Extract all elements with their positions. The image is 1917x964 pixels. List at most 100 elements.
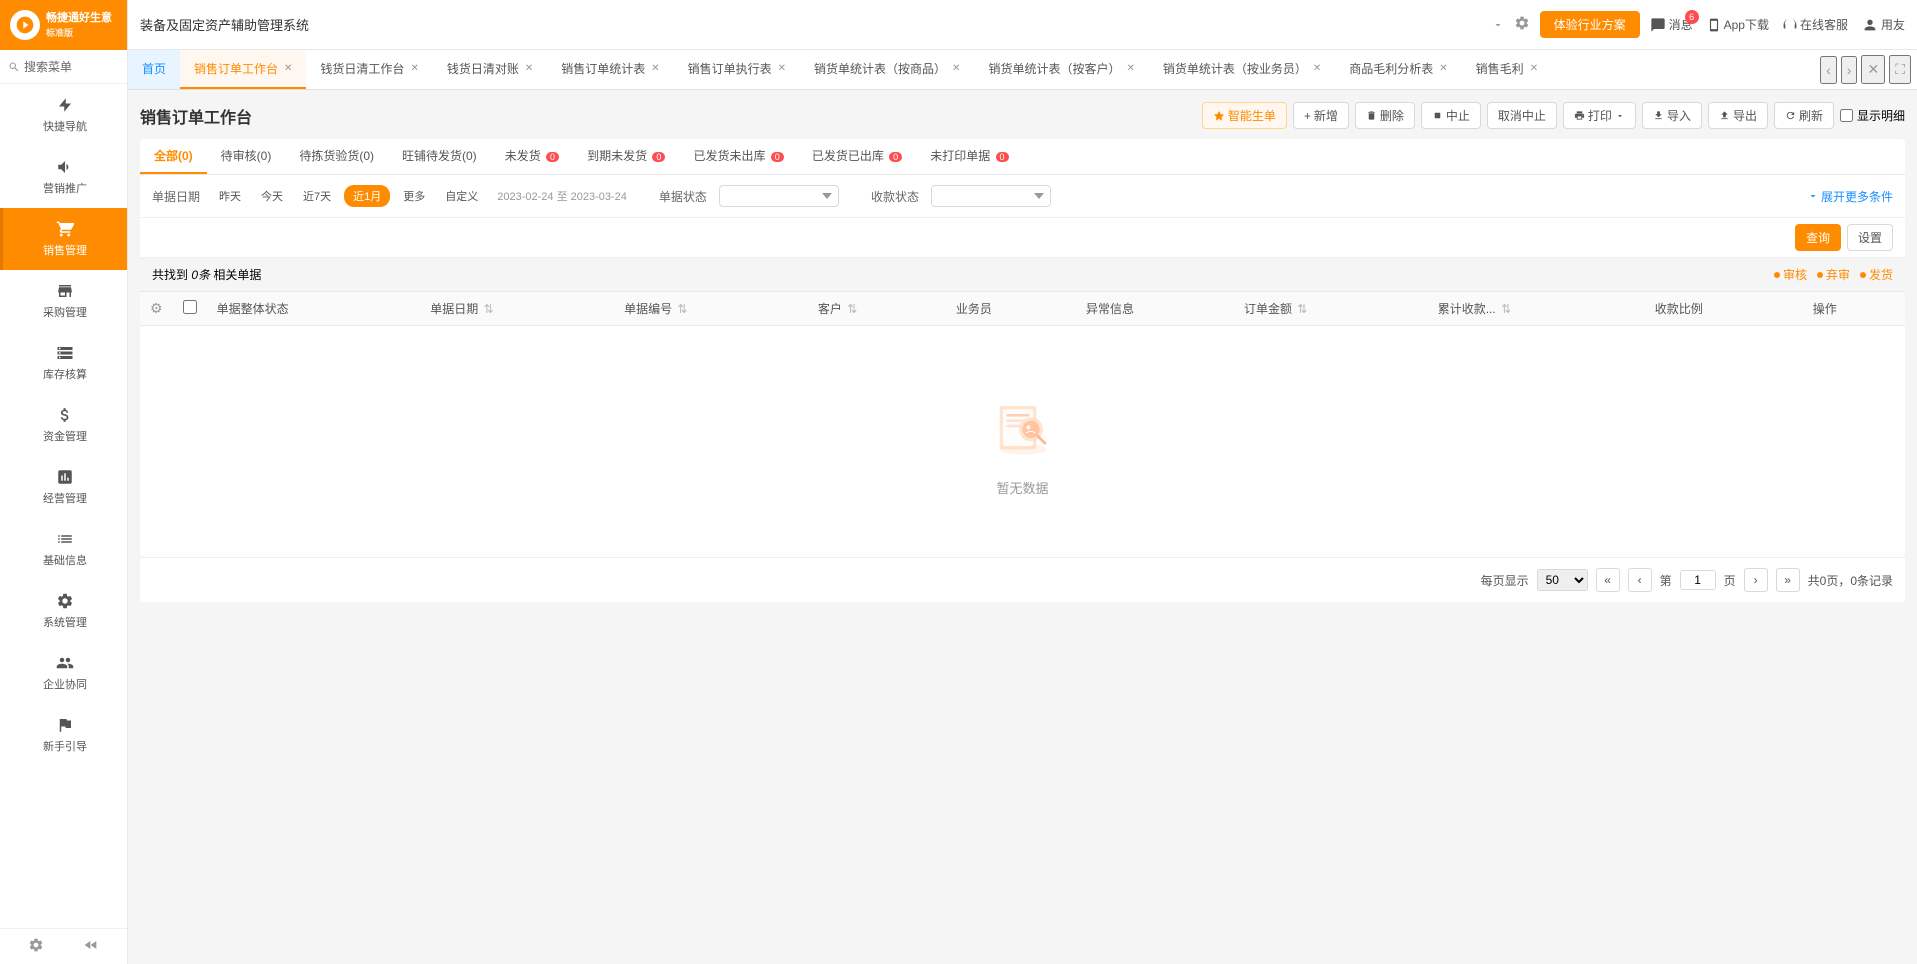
stop-btn[interactable]: 中止 [1421, 102, 1481, 129]
sidebar-item-finance[interactable]: 资金管理 [0, 394, 127, 456]
industry-btn[interactable]: 体验行业方案 [1540, 11, 1640, 38]
tab-profit-close[interactable]: ✕ [1530, 63, 1538, 74]
page-number-input[interactable] [1680, 570, 1716, 590]
tab-sales-summary-product[interactable]: 销货单统计表（按商品） ✕ [800, 50, 974, 89]
tab-sales-summary-staff[interactable]: 销货单统计表（按业务员） ✕ [1149, 50, 1335, 89]
refresh-btn[interactable]: 刷新 [1774, 102, 1834, 129]
date-btn-today[interactable]: 今天 [254, 185, 290, 207]
next-page-btn[interactable]: › [1744, 568, 1768, 592]
select-all-checkbox[interactable] [183, 300, 197, 314]
tab-customer-close[interactable]: ✕ [1126, 63, 1134, 74]
subtab-pending-inspect[interactable]: 待拣货验货(0) [285, 139, 388, 174]
sidebar-search[interactable]: 搜索菜单 [0, 50, 127, 84]
tab-sales-close[interactable]: ✕ [284, 63, 292, 74]
tab-prev-btn[interactable]: ‹ [1820, 56, 1837, 84]
sidebar-item-inventory[interactable]: 库存核算 [0, 332, 127, 394]
smart-gen-btn[interactable]: 智能生单 [1202, 102, 1287, 129]
tab-sales-stat[interactable]: 销售订单统计表 ✕ [547, 50, 673, 89]
column-settings-icon[interactable]: ⚙ [150, 300, 163, 316]
collection-select[interactable] [931, 185, 1051, 207]
ship-op-btn[interactable]: 发货 [1860, 266, 1893, 283]
table-toolbar: 共找到 0条 相关单据 审核 弃审 发货 [140, 258, 1905, 291]
subtab-shipped-not-out[interactable]: 已发货未出库 0 [679, 139, 797, 174]
print-btn[interactable]: 打印 [1563, 102, 1636, 129]
system-dropdown[interactable] [1492, 19, 1504, 31]
subtab-wangpu[interactable]: 旺铺待发货(0) [388, 139, 491, 174]
delete-btn[interactable]: 删除 [1355, 102, 1415, 129]
import-btn[interactable]: 导入 [1642, 102, 1702, 129]
th-checkbox[interactable] [173, 292, 207, 326]
last-page-btn[interactable]: » [1776, 568, 1800, 592]
show-detail-checkbox[interactable] [1840, 109, 1853, 122]
sidebar-item-system[interactable]: 系统管理 [0, 580, 127, 642]
tab-cash-reconcile[interactable]: 钱货日清对账 ✕ [433, 50, 547, 89]
sidebar-item-guide[interactable]: 新手引导 [0, 704, 127, 766]
th-amount[interactable]: 订单金额 ⇅ [1234, 292, 1428, 326]
tab-fullscreen-btn[interactable]: ⛶ [1889, 55, 1911, 84]
th-settings[interactable]: ⚙ [140, 292, 173, 326]
review-op-btn[interactable]: 审核 [1774, 266, 1807, 283]
subtab-shipped-out[interactable]: 已发货已出库 0 [798, 139, 916, 174]
th-collected[interactable]: 累计收款... ⇅ [1428, 292, 1645, 326]
settings-filter-btn[interactable]: 设置 [1847, 224, 1893, 251]
subtab-pending-review[interactable]: 待审核(0) [207, 139, 286, 174]
th-date[interactable]: 单据日期 ⇅ [420, 292, 614, 326]
cancel-stop-btn[interactable]: 取消中止 [1487, 102, 1557, 129]
online-service-btn[interactable]: 在线客服 [1783, 16, 1848, 33]
sidebar-collapse-btn[interactable] [83, 937, 99, 956]
show-detail-toggle[interactable]: 显示明细 [1840, 107, 1905, 124]
sidebar-item-quick-nav[interactable]: 快捷导航 [0, 84, 127, 146]
subtab-not-shipped[interactable]: 未发货 0 [491, 139, 573, 174]
date-range-display: 2023-02-24 至 2023-03-24 [497, 188, 627, 204]
first-page-btn[interactable]: « [1596, 568, 1620, 592]
status-select[interactable] [719, 185, 839, 207]
export-btn[interactable]: 导出 [1708, 102, 1768, 129]
sidebar-item-basic[interactable]: 基础信息 [0, 518, 127, 580]
tab-reconcile-close[interactable]: ✕ [525, 63, 533, 74]
tab-next-btn[interactable]: › [1841, 56, 1858, 84]
prev-page-btn[interactable]: ‹ [1628, 568, 1652, 592]
sidebar-settings-btn[interactable] [28, 937, 44, 956]
unreviewed-op-btn[interactable]: 弃审 [1817, 266, 1850, 283]
date-btn-7days[interactable]: 近7天 [296, 185, 338, 207]
query-btn[interactable]: 查询 [1795, 224, 1841, 251]
subtab-not-printed[interactable]: 未打印单据 0 [916, 139, 1022, 174]
add-btn[interactable]: + 新增 [1293, 102, 1349, 129]
tab-sales-workbench[interactable]: 销售订单工作台 ✕ [180, 50, 306, 89]
tab-sales-exec[interactable]: 销售订单执行表 ✕ [674, 50, 800, 89]
sort-customer-icon: ⇅ [847, 302, 857, 316]
date-btn-more[interactable]: 更多 [396, 185, 432, 207]
settings-btn[interactable] [1514, 15, 1530, 34]
tab-stat-close[interactable]: ✕ [651, 63, 659, 74]
message-btn[interactable]: 消息 6 [1650, 16, 1693, 33]
sidebar-item-purchase[interactable]: 采购管理 [0, 270, 127, 332]
tab-sales-profit-label: 销售毛利 [1476, 60, 1524, 77]
tab-product-close[interactable]: ✕ [952, 63, 960, 74]
date-btn-1month[interactable]: 近1月 [344, 185, 390, 207]
tab-cash-daily[interactable]: 钱货日清工作台 ✕ [306, 50, 432, 89]
th-number[interactable]: 单据编号 ⇅ [614, 292, 808, 326]
tab-sales-profit[interactable]: 销售毛利 ✕ [1462, 50, 1552, 89]
tab-product-margin[interactable]: 商品毛利分析表 ✕ [1335, 50, 1461, 89]
app-download-btn[interactable]: App下载 [1707, 16, 1769, 33]
th-customer[interactable]: 客户 ⇅ [808, 292, 946, 326]
sidebar-item-operations[interactable]: 经营管理 [0, 456, 127, 518]
sidebar-item-enterprise[interactable]: 企业协同 [0, 642, 127, 704]
expand-conditions-btn[interactable]: 展开更多条件 [1807, 188, 1893, 205]
user-btn[interactable]: 用友 [1862, 16, 1905, 33]
subtab-all[interactable]: 全部(0) [140, 139, 207, 174]
sidebar-item-marketing[interactable]: 营销推广 [0, 146, 127, 208]
unreviewed-dot [1817, 272, 1823, 278]
sidebar-item-sales[interactable]: 销售管理 [0, 208, 127, 270]
date-btn-custom[interactable]: 自定义 [438, 185, 485, 207]
tab-home[interactable]: 首页 [128, 50, 180, 89]
tab-close-all-btn[interactable]: ✕ [1861, 55, 1885, 84]
tab-exec-close[interactable]: ✕ [778, 63, 786, 74]
subtab-overdue[interactable]: 到期未发货 0 [573, 139, 679, 174]
tab-sales-summary-customer[interactable]: 销货单统计表（按客户） ✕ [974, 50, 1148, 89]
tab-margin-close[interactable]: ✕ [1439, 63, 1447, 74]
tab-cash-close[interactable]: ✕ [410, 63, 418, 74]
page-size-select[interactable]: 10 20 50 100 [1537, 569, 1588, 591]
date-btn-yesterday[interactable]: 昨天 [212, 185, 248, 207]
tab-staff-close[interactable]: ✕ [1313, 63, 1321, 74]
